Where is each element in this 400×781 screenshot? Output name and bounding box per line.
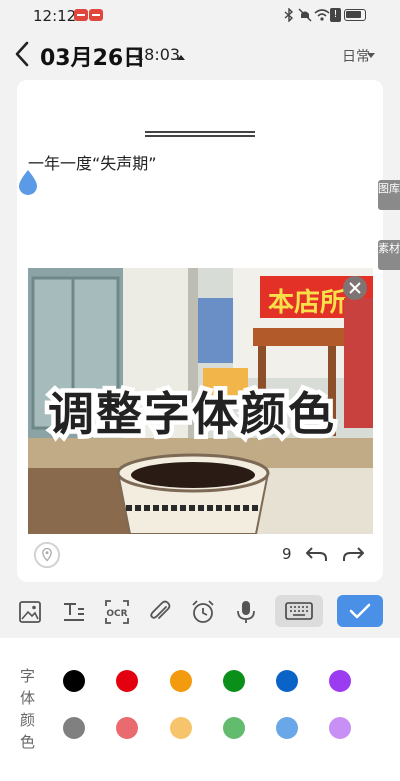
panel-label-char: 色 [20, 733, 36, 751]
svg-text:本店所: 本店所 [268, 288, 346, 318]
keyboard-button[interactable] [275, 595, 323, 627]
color-swatch[interactable] [223, 670, 245, 692]
color-swatch[interactable] [63, 717, 85, 739]
check-icon [349, 603, 371, 619]
keyboard-icon [285, 602, 313, 620]
materials-tab[interactable]: 素材 [378, 240, 400, 270]
attachment-icon[interactable] [146, 598, 174, 626]
word-count: 9 [282, 545, 292, 563]
color-swatch[interactable] [223, 717, 245, 739]
font-color-panel [0, 638, 400, 781]
microphone-icon[interactable] [232, 598, 260, 626]
note-body-text[interactable]: 一年一度“失声期” [28, 150, 157, 174]
color-swatch[interactable] [116, 717, 138, 739]
color-swatch[interactable] [329, 717, 351, 739]
color-swatch[interactable] [116, 670, 138, 692]
alarm-icon[interactable] [189, 598, 217, 626]
color-swatch[interactable] [63, 670, 85, 692]
note-photo[interactable]: 本店所 调整字体颜色 [28, 268, 373, 534]
cafe-photo-image: 本店所 调整字体颜色 [28, 268, 373, 534]
status-time: 12:12 [33, 7, 77, 25]
confirm-button[interactable] [337, 595, 383, 627]
svg-text:调整字体颜色: 调整字体颜色 [48, 387, 336, 441]
sim-icon: ! [330, 8, 341, 22]
note-time[interactable]: 18:03 [134, 45, 180, 64]
redo-button[interactable] [340, 542, 366, 566]
notification-icon [89, 9, 103, 21]
panel-label-char: 体 [20, 689, 36, 707]
location-button[interactable] [34, 542, 60, 568]
category-dropdown-icon[interactable] [367, 53, 375, 58]
battery-icon [344, 9, 366, 21]
ocr-icon[interactable]: OCR [103, 598, 131, 626]
wifi-icon [314, 9, 330, 21]
image-icon[interactable] [16, 598, 44, 626]
text-cursor-handle-icon[interactable] [16, 168, 40, 196]
color-swatch[interactable] [329, 670, 351, 692]
status-bar: 12:12 ! [0, 0, 400, 30]
mute-icon [298, 8, 312, 22]
gallery-tab[interactable]: 图库 [378, 180, 400, 210]
color-swatch[interactable] [276, 717, 298, 739]
remove-photo-button[interactable] [343, 276, 367, 300]
notification-icon [74, 9, 88, 21]
bluetooth-icon [284, 8, 294, 22]
svg-text:OCR: OCR [106, 609, 127, 619]
text-format-icon[interactable] [60, 598, 88, 626]
panel-label-char: 字 [20, 667, 36, 685]
color-swatch[interactable] [276, 670, 298, 692]
back-button[interactable] [10, 38, 36, 70]
note-date[interactable]: 03月26日 [40, 40, 145, 72]
divider-line [145, 135, 255, 137]
undo-button[interactable] [304, 542, 330, 566]
divider-line [145, 131, 255, 133]
time-dropdown-icon[interactable] [177, 55, 185, 60]
color-swatch[interactable] [170, 717, 192, 739]
category-selector[interactable]: 日常 [342, 46, 370, 66]
color-swatch[interactable] [170, 670, 192, 692]
panel-label-char: 颜 [20, 711, 36, 729]
